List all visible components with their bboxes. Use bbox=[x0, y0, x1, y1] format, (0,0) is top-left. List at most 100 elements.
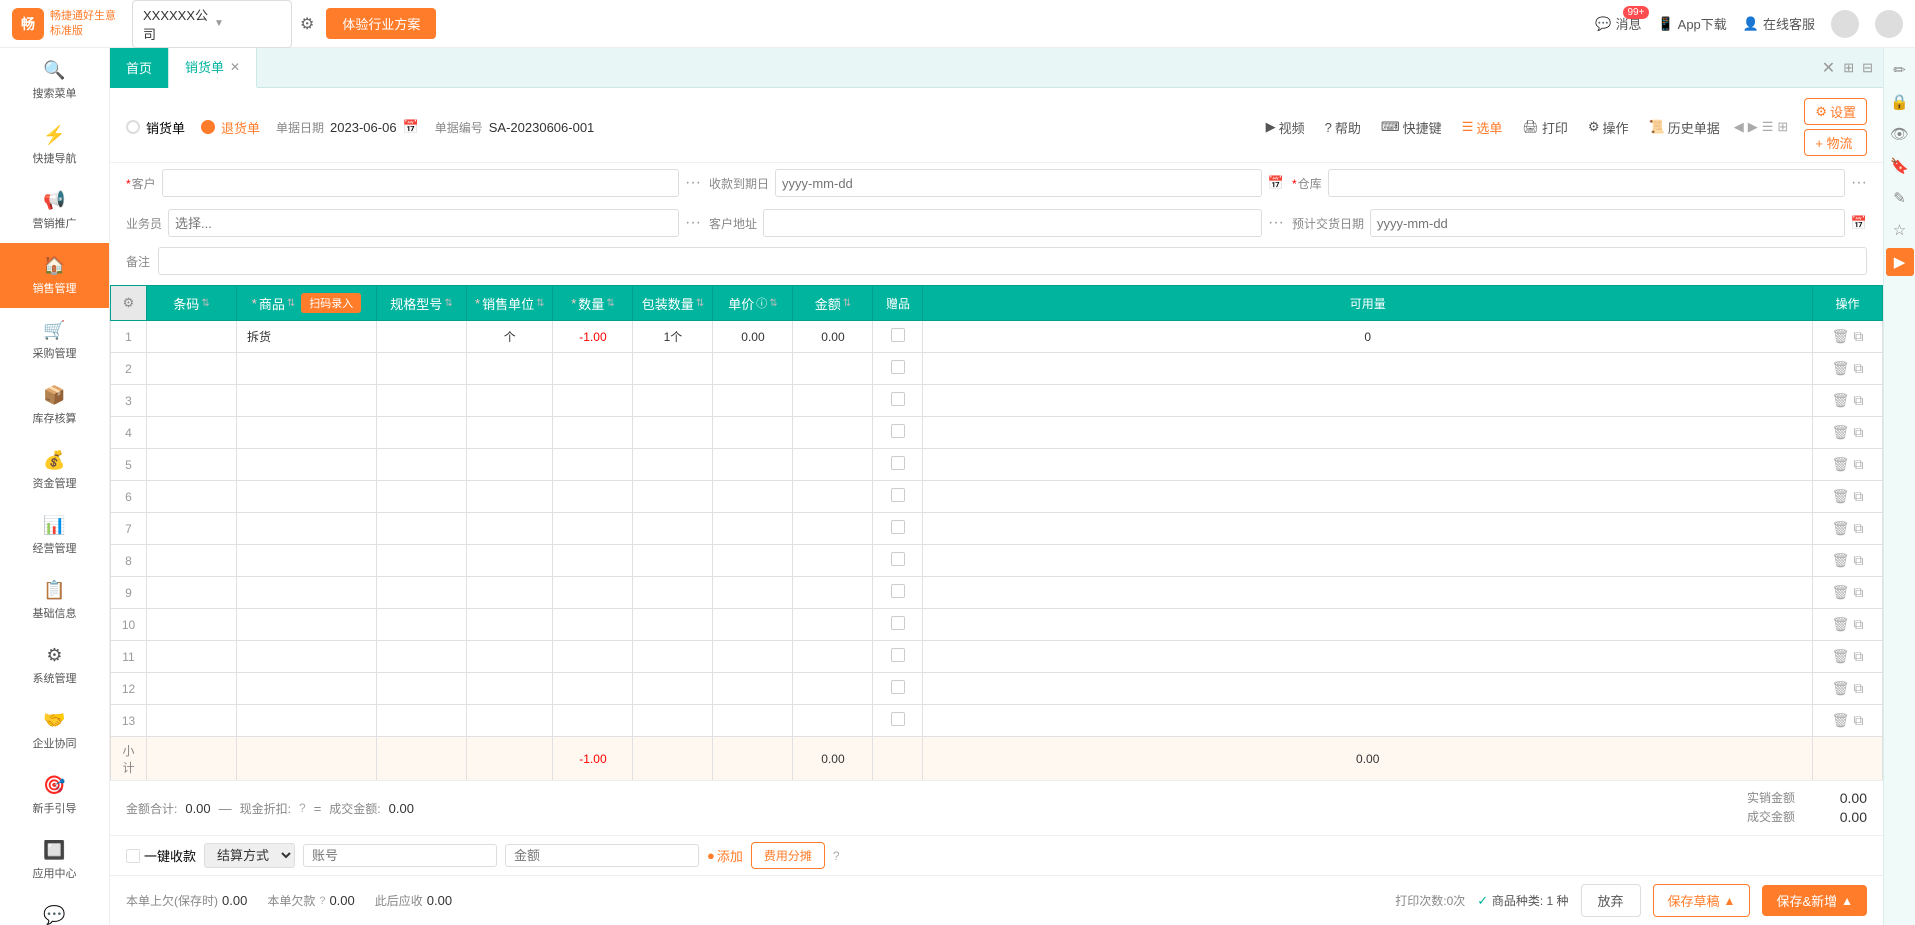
row-product[interactable] bbox=[237, 673, 377, 705]
sidebar-item-wecom[interactable]: 💬 企业微信 bbox=[0, 893, 109, 925]
row-unit[interactable] bbox=[467, 353, 553, 385]
add-payment-button[interactable]: ● 添加 bbox=[707, 846, 743, 865]
row-product[interactable] bbox=[237, 577, 377, 609]
price-sort-icon[interactable]: ⇅ bbox=[769, 298, 777, 309]
row-amount[interactable] bbox=[793, 609, 873, 641]
row-unit[interactable] bbox=[467, 641, 553, 673]
gift-checkbox[interactable] bbox=[891, 680, 905, 694]
scan-button[interactable]: 扫码录入 bbox=[301, 293, 361, 313]
row-price[interactable] bbox=[713, 545, 793, 577]
row-qty[interactable] bbox=[553, 417, 633, 449]
delete-row-icon[interactable]: 🗑 bbox=[1832, 680, 1850, 697]
row-pack-qty[interactable] bbox=[633, 705, 713, 737]
payment-calendar-icon[interactable]: 📅 bbox=[1268, 175, 1284, 191]
row-gift[interactable] bbox=[873, 673, 923, 705]
row-product[interactable] bbox=[237, 705, 377, 737]
copy-row-icon[interactable]: ⧉ bbox=[1853, 328, 1863, 345]
sidebar-item-collab[interactable]: 🤝 企业协同 bbox=[0, 698, 109, 763]
row-qty[interactable] bbox=[553, 513, 633, 545]
radio-sale-circle[interactable] bbox=[126, 120, 140, 134]
row-spec[interactable] bbox=[377, 385, 467, 417]
row-pack-qty[interactable] bbox=[633, 545, 713, 577]
row-amount[interactable] bbox=[793, 641, 873, 673]
salesperson-input[interactable] bbox=[168, 209, 679, 237]
row-product[interactable] bbox=[237, 545, 377, 577]
row-unit[interactable] bbox=[467, 705, 553, 737]
warehouse-dots-icon[interactable]: ··· bbox=[1851, 174, 1867, 192]
row-unit[interactable] bbox=[467, 673, 553, 705]
delete-row-icon[interactable]: 🗑 bbox=[1832, 712, 1850, 729]
delete-row-icon[interactable]: 🗑 bbox=[1832, 616, 1850, 633]
row-qty[interactable] bbox=[553, 673, 633, 705]
gift-checkbox[interactable] bbox=[891, 488, 905, 502]
list-view-icon[interactable]: ☰ bbox=[1762, 119, 1774, 135]
row-spec[interactable] bbox=[377, 449, 467, 481]
row-price[interactable] bbox=[713, 385, 793, 417]
delete-row-icon[interactable]: 🗑 bbox=[1832, 648, 1850, 665]
row-amount[interactable] bbox=[793, 673, 873, 705]
tab-close-all-icon[interactable]: ✕ bbox=[1822, 58, 1835, 78]
row-barcode[interactable] bbox=[147, 641, 237, 673]
row-spec[interactable] bbox=[377, 673, 467, 705]
gift-checkbox[interactable] bbox=[891, 616, 905, 630]
rp-edit-icon[interactable]: ✏ bbox=[1886, 56, 1914, 84]
row-price[interactable]: 0.00 bbox=[713, 321, 793, 353]
copy-row-icon[interactable]: ⧉ bbox=[1853, 488, 1863, 505]
expense-help-icon[interactable]: ? bbox=[833, 849, 840, 863]
row-pack-qty[interactable] bbox=[633, 353, 713, 385]
app-download-button[interactable]: 📱 App下载 bbox=[1657, 14, 1726, 33]
row-gift[interactable] bbox=[873, 577, 923, 609]
row-amount[interactable]: 0.00 bbox=[793, 321, 873, 353]
customer-input[interactable] bbox=[162, 169, 679, 197]
row-spec[interactable] bbox=[377, 545, 467, 577]
row-amount[interactable] bbox=[793, 481, 873, 513]
gift-checkbox[interactable] bbox=[891, 520, 905, 534]
row-barcode[interactable] bbox=[147, 673, 237, 705]
calendar-icon[interactable]: 📅 bbox=[403, 119, 419, 135]
row-spec[interactable] bbox=[377, 577, 467, 609]
copy-row-icon[interactable]: ⧉ bbox=[1853, 520, 1863, 537]
row-gift[interactable] bbox=[873, 385, 923, 417]
row-amount[interactable] bbox=[793, 449, 873, 481]
trial-button[interactable]: 体验行业方案 bbox=[326, 8, 436, 39]
row-spec[interactable] bbox=[377, 641, 467, 673]
row-qty[interactable] bbox=[553, 481, 633, 513]
row-barcode[interactable] bbox=[147, 545, 237, 577]
row-product[interactable] bbox=[237, 513, 377, 545]
row-unit[interactable] bbox=[467, 449, 553, 481]
prev-icon[interactable]: ◀ bbox=[1734, 119, 1744, 135]
row-price[interactable] bbox=[713, 673, 793, 705]
th-settings[interactable]: ⚙ bbox=[111, 286, 147, 321]
row-qty[interactable] bbox=[553, 705, 633, 737]
expense-split-button[interactable]: 费用分摊 bbox=[751, 842, 825, 869]
copy-row-icon[interactable]: ⧉ bbox=[1853, 392, 1863, 409]
row-amount[interactable] bbox=[793, 513, 873, 545]
row-pack-qty[interactable] bbox=[633, 577, 713, 609]
row-pack-qty[interactable]: 1个 bbox=[633, 321, 713, 353]
payment-method-select[interactable]: 结算方式 bbox=[204, 843, 295, 868]
row-price[interactable] bbox=[713, 353, 793, 385]
sidebar-item-appcenter[interactable]: 🔲 应用中心 bbox=[0, 828, 109, 893]
row-qty[interactable] bbox=[553, 449, 633, 481]
row-unit[interactable] bbox=[467, 577, 553, 609]
sidebar-item-guide[interactable]: 🎯 新手引导 bbox=[0, 763, 109, 828]
row-product[interactable] bbox=[237, 481, 377, 513]
online-service-button[interactable]: 👤 在线客服 bbox=[1743, 14, 1815, 33]
avatar2[interactable] bbox=[1875, 10, 1903, 38]
addr-dots-icon[interactable]: ··· bbox=[1268, 214, 1284, 232]
gift-checkbox[interactable] bbox=[891, 360, 905, 374]
notes-input[interactable] bbox=[158, 247, 1867, 275]
row-pack-qty[interactable] bbox=[633, 449, 713, 481]
row-pack-qty[interactable] bbox=[633, 513, 713, 545]
delete-row-icon[interactable]: 🗑 bbox=[1832, 520, 1850, 537]
radio-sale[interactable]: 销货单 bbox=[126, 118, 185, 137]
tab-layout-icon[interactable]: ⊞ bbox=[1843, 60, 1854, 76]
row-product[interactable] bbox=[237, 449, 377, 481]
spec-sort-icon[interactable]: ⇅ bbox=[444, 298, 452, 309]
row-gift[interactable] bbox=[873, 705, 923, 737]
tab-sales-order[interactable]: 销货单 ✕ bbox=[169, 48, 257, 88]
operate-btn[interactable]: ⚙ 操作 bbox=[1582, 116, 1635, 139]
row-qty[interactable]: -1.00 bbox=[553, 321, 633, 353]
avatar[interactable] bbox=[1831, 10, 1859, 38]
warehouse-input[interactable]: 建材仓 bbox=[1328, 169, 1845, 197]
